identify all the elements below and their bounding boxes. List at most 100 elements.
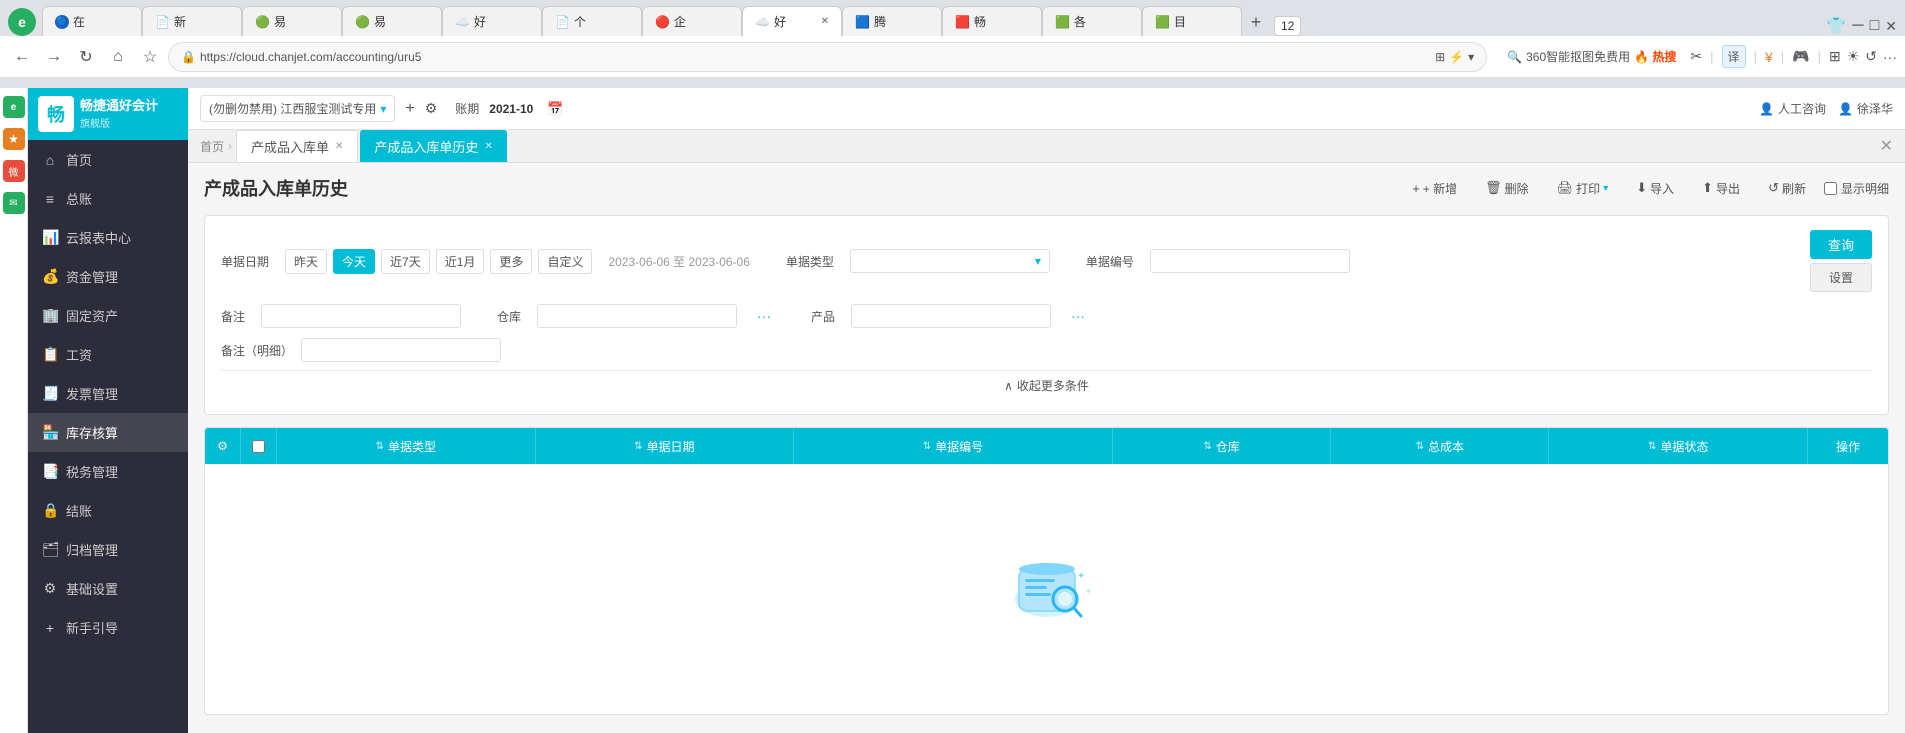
minimize-button[interactable]: ─ [1852,17,1863,35]
sidebar-item-inventory[interactable]: 🏪 库存核算 [28,413,188,452]
browser-app-icon[interactable]: e [8,8,36,36]
browser-refresh-btn[interactable]: ↺ [1865,48,1877,65]
sidebar-item-fixed-asset[interactable]: 🏢 固定资产 [28,296,188,335]
browser-tab-1[interactable]: 🔵 在 [42,6,142,36]
home-button[interactable]: ⌂ [104,43,132,71]
browser-tab-2[interactable]: 📄 新 [142,6,242,36]
browser-tab-7[interactable]: 🔴 企 [642,6,742,36]
rail-icon-weibo[interactable]: 微 [3,160,25,182]
refresh-button[interactable]: ↻ [72,43,100,71]
page-tab-list[interactable]: 产成品入库单 ✕ [236,130,358,162]
sidebar-item-home[interactable]: ⌂ 首页 [28,140,188,179]
browser-tab-11[interactable]: 🟩 各 [1042,6,1142,36]
browser-tab-3[interactable]: 🟢 易 [242,6,342,36]
sidebar-item-tax[interactable]: 📑 税务管理 [28,452,188,491]
sidebar-item-closing[interactable]: 🔒 结账 [28,491,188,530]
sidebar-item-ledger[interactable]: ≡ 总账 [28,179,188,218]
sidebar-item-invoice[interactable]: 🧾 发票管理 [28,374,188,413]
browser-tab-12[interactable]: 🟩 目 [1142,6,1242,36]
th-cost[interactable]: ⇅ 总成本 [1331,428,1549,464]
game-btn[interactable]: 🎮 [1792,48,1809,65]
sidebar-item-salary[interactable]: 📋 工资 [28,335,188,374]
date-today-btn[interactable]: 今天 [333,249,375,274]
rail-icon-email[interactable]: ✉ [3,192,25,214]
sidebar-item-new-entry[interactable]: + 新手引导 [28,608,188,647]
yuan-btn[interactable]: ¥ [1765,49,1773,65]
separator-2: | [1754,49,1757,64]
date-1month-btn[interactable]: 近1月 [436,249,485,274]
product-filter-input[interactable] [851,304,1051,328]
type-filter-select[interactable]: ▾ [850,249,1050,273]
refresh-btn[interactable]: ↺ 刷新 [1758,176,1816,201]
sidebar-item-archive[interactable]: 🗂 归档管理 [28,530,188,569]
date-more-btn[interactable]: 更多 [490,249,532,274]
grid-view-btn[interactable]: ⊞ [1829,48,1841,65]
browser-tab-6[interactable]: 📄 个 [542,6,642,36]
user-service-btn[interactable]: 👤 人工咨询 [1759,100,1826,117]
search-360-tool[interactable]: 🔍 360智能抠图免费用 🔥 热搜 [1499,45,1684,68]
dropdown-arrow[interactable]: ▾ [1468,50,1474,64]
th-status[interactable]: ⇅ 单据状态 [1549,428,1808,464]
th-type[interactable]: ⇅ 单据类型 [277,428,536,464]
rail-icon-app[interactable]: e [3,96,25,118]
th-number[interactable]: ⇅ 单据编号 [794,428,1113,464]
sidebar-item-basic-settings[interactable]: ⚙ 基础设置 [28,569,188,608]
print-dropdown-arrow[interactable]: ▾ [1603,183,1608,194]
new-btn[interactable]: + + 新增 [1402,176,1467,201]
date-custom-btn[interactable]: 自定义 [538,249,592,274]
date-7days-btn[interactable]: 近7天 [381,249,430,274]
forward-button[interactable]: → [40,43,68,71]
remark-filter-input[interactable] [261,304,461,328]
close-window-button[interactable]: ✕ [1885,18,1897,35]
new-tab-button[interactable]: + [1242,8,1270,36]
import-btn[interactable]: ⬇ 导入 [1626,176,1684,201]
browser-tab-10[interactable]: 🟥 畅 [942,6,1042,36]
date-yesterday-btn[interactable]: 昨天 [285,249,327,274]
breadcrumb-home[interactable]: 首页 [200,138,224,155]
page-tab-history[interactable]: 产成品入库单历史 ✕ [360,130,506,162]
th-settings[interactable]: ⚙ [205,428,241,464]
th-checkbox[interactable] [241,428,277,464]
rail-icon-star[interactable]: ★ [3,128,25,150]
delete-btn[interactable]: 🗑 删除 [1475,176,1539,201]
sidebar-item-cloud-report-label: 云报表中心 [66,228,131,247]
page-tab-history-close[interactable]: ✕ [484,141,492,152]
sun-btn[interactable]: ☀ [1847,48,1860,65]
page-close-button[interactable]: ✕ [1880,136,1893,156]
number-filter-input[interactable] [1150,249,1350,273]
export-btn[interactable]: ⬆ 导出 [1692,176,1750,201]
th-date[interactable]: ⇅ 单据日期 [536,428,795,464]
show-col-option[interactable]: 显示明细 [1824,180,1889,197]
back-button[interactable]: ← [8,43,36,71]
tab-8-close[interactable]: ✕ [821,16,829,27]
page-tab-list-close[interactable]: ✕ [335,141,343,152]
maximize-button[interactable]: □ [1870,17,1880,35]
browser-tab-5[interactable]: ☁️ 好 [442,6,542,36]
th-warehouse[interactable]: ⇅ 仓库 [1113,428,1331,464]
address-bar[interactable]: 🔒 https://cloud.chanjet.com/accounting/u… [168,42,1487,72]
browser-tab-4[interactable]: 🟢 易 [342,6,442,36]
scissors-icon[interactable]: ✂ [1690,48,1702,65]
print-btn[interactable]: 🖨 打印 ▾ [1547,176,1619,201]
translate-btn[interactable]: 译 [1722,45,1746,68]
query-btn[interactable]: 查询 [1810,230,1872,259]
browser-tab-9[interactable]: 🟦 腾 [842,6,942,36]
warehouse-ellipsis[interactable]: ··· [753,308,775,324]
calendar-icon[interactable]: 📅 [547,101,563,117]
sidebar-item-fund[interactable]: 💰 资金管理 [28,257,188,296]
browser-tab-8[interactable]: ☁️ 好 ✕ [742,6,842,36]
warehouse-filter-input[interactable] [537,304,737,328]
remark-detail-filter-input[interactable] [301,338,501,362]
show-col-checkbox-input[interactable] [1824,182,1837,195]
bookmark-button[interactable]: ☆ [136,43,164,71]
username-display[interactable]: 👤 徐泽华 [1838,100,1893,117]
product-ellipsis[interactable]: ··· [1067,308,1089,324]
sidebar-item-cloud-report[interactable]: 📊 云报表中心 [28,218,188,257]
company-selector[interactable]: (勿删勿禁用) 江西服宝测试专用 ▾ [200,95,395,122]
add-company-btn[interactable]: + [405,100,414,118]
company-settings-btn[interactable]: ⚙ [425,100,438,117]
th-select-all-checkbox[interactable] [252,440,265,453]
collapse-more-btn[interactable]: ∧ 收起更多条件 [221,370,1872,400]
settings-query-btn[interactable]: 设置 [1810,263,1872,292]
browser-more-btn[interactable]: ··· [1883,49,1897,65]
